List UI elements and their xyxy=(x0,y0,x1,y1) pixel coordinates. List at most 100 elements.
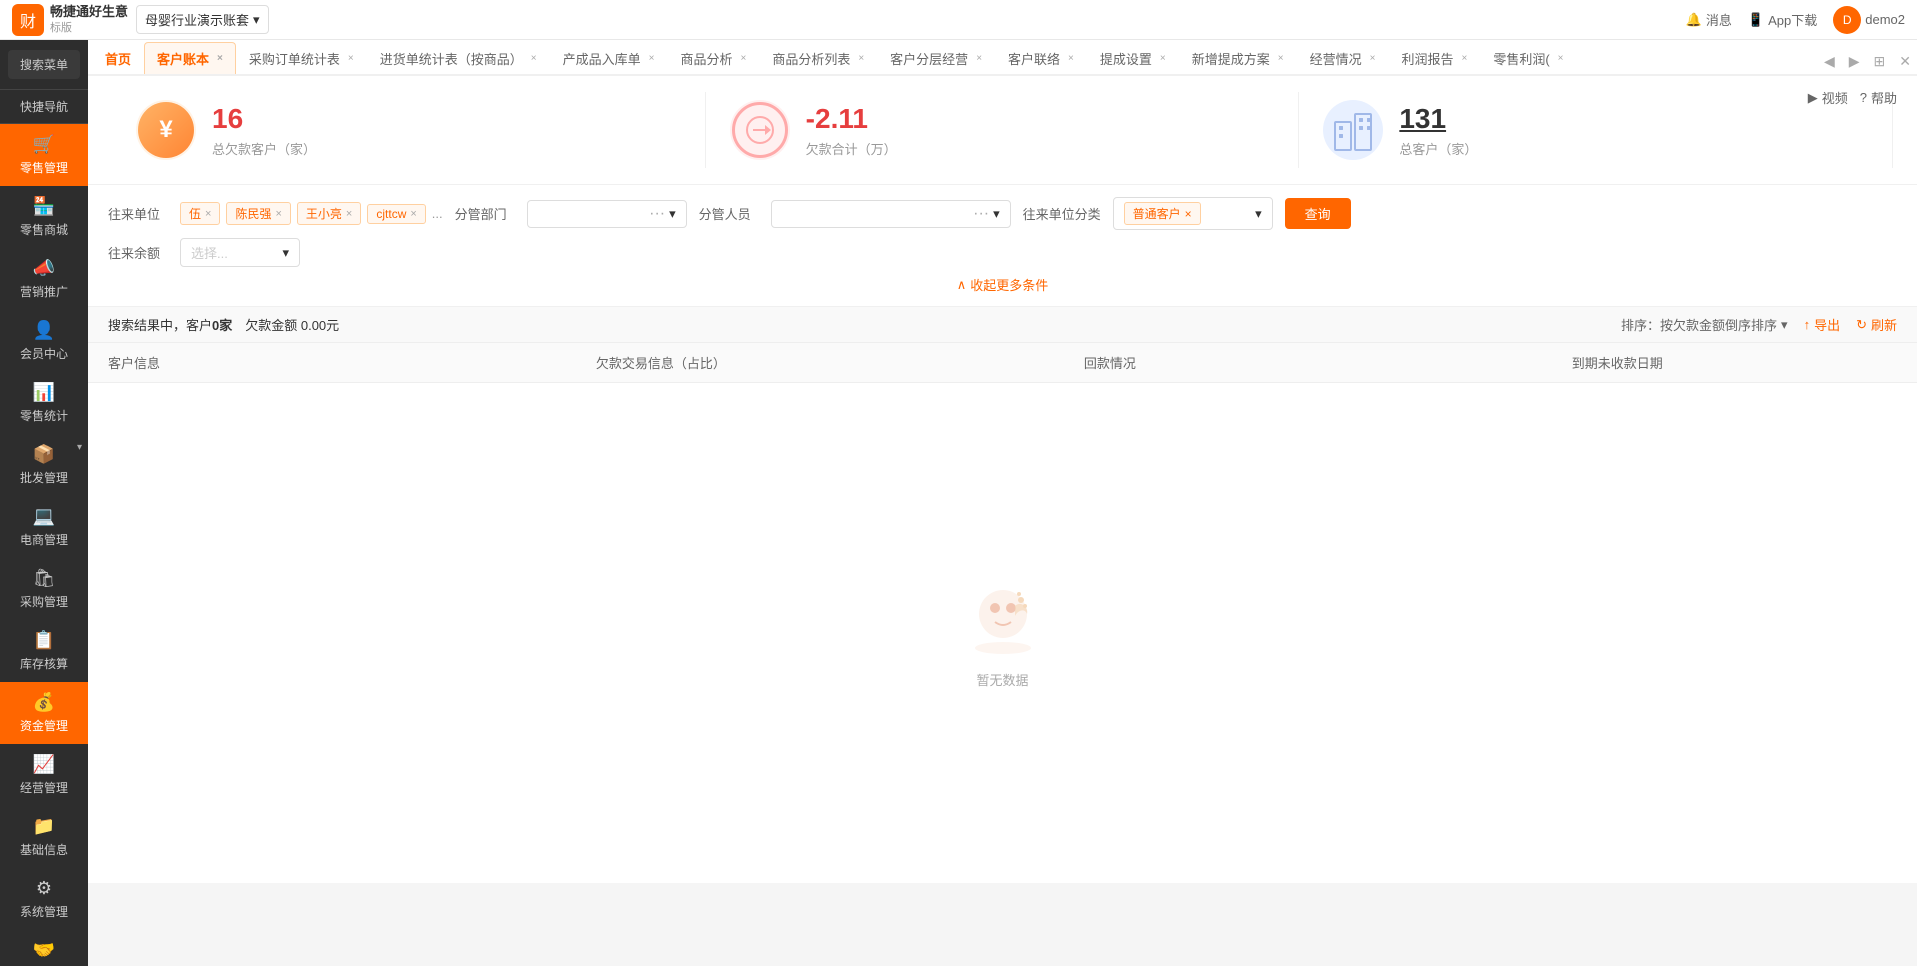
wholesale-icon: 📦 xyxy=(33,444,55,465)
store-selector[interactable]: 母婴行业演示账套 ▾ xyxy=(136,5,269,34)
refresh-icon: ↻ xyxy=(1856,317,1867,333)
tab-product-analysis[interactable]: 商品分析 × xyxy=(667,42,759,74)
tab-close-customer-account[interactable]: × xyxy=(217,53,223,64)
dept-chevron-icon: ▾ xyxy=(669,206,676,222)
filter-tag-wu[interactable]: 伍 × xyxy=(180,202,220,225)
tab-close-customer-contact[interactable]: × xyxy=(1068,53,1074,64)
tab-close-promotion-settings[interactable]: × xyxy=(1160,53,1166,64)
filter-tag-cjttcw-close[interactable]: × xyxy=(410,208,416,220)
tab-customer-tier-label: 客户分层经营 xyxy=(890,49,968,68)
user-profile[interactable]: D demo2 xyxy=(1833,6,1905,34)
filter-tag-cjttcw[interactable]: cjttcw × xyxy=(367,204,425,224)
sidebar-item-retail-mall[interactable]: 🏪 零售商城 xyxy=(0,186,88,248)
tab-close-retail-profit[interactable]: × xyxy=(1558,53,1564,64)
tab-promotion-settings[interactable]: 提成设置 × xyxy=(1087,42,1179,74)
tab-scroll-left[interactable]: ◀ xyxy=(1818,49,1841,74)
results-text: 搜索结果中，客户 xyxy=(108,318,212,333)
export-button[interactable]: ↑ 导出 xyxy=(1804,315,1841,334)
tab-close-customer-tier[interactable]: × xyxy=(976,53,982,64)
filter-tag-chen-close[interactable]: × xyxy=(275,208,281,220)
sort-select[interactable]: 排序：按欠款金额倒序排序 ▾ xyxy=(1621,315,1788,334)
collapse-button[interactable]: ∧ 收起更多条件 xyxy=(957,275,1049,294)
sidebar-item-retail-stats[interactable]: 📊 零售统计 xyxy=(0,372,88,434)
sidebar-search-button[interactable]: 搜索菜单 xyxy=(8,50,80,79)
stat-text-2: -2.11 欠款合计（万） xyxy=(806,103,897,158)
dept-select[interactable]: ··· ▾ xyxy=(527,200,687,228)
app-label: App下载 xyxy=(1768,10,1817,29)
tab-close-incoming-stats[interactable]: × xyxy=(531,53,537,64)
category-selected: 普通客户 × xyxy=(1124,202,1201,225)
tab-retail-profit[interactable]: 零售利润( × xyxy=(1480,42,1576,74)
tab-business-status[interactable]: 经营情况 × xyxy=(1297,42,1389,74)
category-selected-close[interactable]: × xyxy=(1185,207,1192,221)
sidebar-item-enterprise[interactable]: 🤝 企业协同 xyxy=(0,930,88,966)
tab-new-promotion[interactable]: 新增提成方案 × xyxy=(1179,42,1297,74)
sidebar-item-marketing[interactable]: 📣 营销推广 xyxy=(0,248,88,310)
stat-label-1: 总欠款客户（家） xyxy=(212,139,316,158)
tab-incoming-stats-label: 进货单统计表（按商品） xyxy=(380,49,523,68)
sidebar-item-operations[interactable]: 📈 经营管理 xyxy=(0,744,88,806)
sidebar-item-members[interactable]: 👤 会员中心 xyxy=(0,310,88,372)
sidebar-item-wholesale[interactable]: 📦 批发管理 ▾ xyxy=(0,434,88,496)
tab-product-analysis-list[interactable]: 商品分析列表 × xyxy=(759,42,877,74)
help-icon: ? xyxy=(1860,90,1867,105)
sidebar-item-basics[interactable]: 📁 基础信息 xyxy=(0,806,88,868)
balance-chevron-icon: ▾ xyxy=(282,245,289,261)
filter-tag-wu-close[interactable]: × xyxy=(205,208,211,220)
sidebar-quick-nav[interactable]: 快捷导航 xyxy=(0,90,88,124)
balance-select[interactable]: 选择... ▾ xyxy=(180,238,300,267)
video-label: 视频 xyxy=(1822,88,1848,107)
tab-close-product-analysis[interactable]: × xyxy=(740,53,746,64)
sidebar-item-ecommerce[interactable]: 💻 电商管理 xyxy=(0,496,88,558)
tab-expand[interactable]: ⊞ xyxy=(1868,49,1892,74)
tab-customer-tier[interactable]: 客户分层经营 × xyxy=(877,42,995,74)
tab-customer-account[interactable]: 客户账本 × xyxy=(144,42,236,74)
sidebar-item-inventory[interactable]: 📋 库存核算 xyxy=(0,620,88,682)
sidebar-item-purchase[interactable]: 🛍 采购管理 xyxy=(0,558,88,620)
sidebar-item-finance[interactable]: 💰 资金管理 xyxy=(0,682,88,744)
filter-tag-chen[interactable]: 陈民强 × xyxy=(226,202,290,225)
empty-illustration xyxy=(963,578,1043,658)
category-select[interactable]: 普通客户 × ▾ xyxy=(1113,197,1273,230)
stat-total-debt-amount: -2.11 欠款合计（万） xyxy=(706,92,1300,168)
filter-tag-wang-text: 王小亮 xyxy=(306,205,342,222)
video-button[interactable]: ▶ 视频 xyxy=(1808,88,1848,107)
tab-scroll-right[interactable]: ▶ xyxy=(1843,49,1866,74)
tab-customer-contact-label: 客户联络 xyxy=(1008,49,1060,68)
tab-close-product-instock[interactable]: × xyxy=(649,53,655,64)
filter-more-btn[interactable]: ... xyxy=(432,206,443,221)
tab-product-instock[interactable]: 产成品入库单 × xyxy=(550,42,668,74)
query-button[interactable]: 查询 xyxy=(1285,198,1351,229)
sidebar-item-system[interactable]: ⚙ 系统管理 xyxy=(0,868,88,930)
tab-close-all[interactable]: ✕ xyxy=(1893,49,1917,74)
tab-customer-contact[interactable]: 客户联络 × xyxy=(995,42,1087,74)
inventory-icon: 📋 xyxy=(33,630,55,651)
help-button[interactable]: ? 帮助 xyxy=(1860,88,1897,107)
sidebar-item-inventory-label: 库存核算 xyxy=(20,655,68,672)
filter-tag-wang-close[interactable]: × xyxy=(346,208,352,220)
stat-icon-minus xyxy=(730,100,790,160)
sidebar-item-retail[interactable]: 🛒 零售管理 xyxy=(0,124,88,186)
operations-icon: 📈 xyxy=(33,754,55,775)
ecommerce-icon: 💻 xyxy=(33,506,55,527)
tab-profit-report[interactable]: 利润报告 × xyxy=(1388,42,1480,74)
tab-retail-profit-label: 零售利润( xyxy=(1493,49,1549,68)
tab-close-purchase-order[interactable]: × xyxy=(348,53,354,64)
filter-tag-wang[interactable]: 王小亮 × xyxy=(297,202,361,225)
tab-close-new-promotion[interactable]: × xyxy=(1278,53,1284,64)
message-button[interactable]: 🔔 消息 xyxy=(1686,10,1732,29)
collapse-up-icon: ∧ xyxy=(957,277,967,293)
person-select[interactable]: ··· ▾ xyxy=(771,200,1011,228)
app-download-button[interactable]: 📱 App下载 xyxy=(1748,10,1817,29)
marketing-icon: 📣 xyxy=(33,258,55,279)
tab-incoming-stats[interactable]: 进货单统计表（按商品） × xyxy=(367,42,550,74)
refresh-button[interactable]: ↻ 刷新 xyxy=(1856,315,1897,334)
tab-home[interactable]: 首页 xyxy=(92,42,144,74)
results-count: 0家 xyxy=(212,318,232,333)
tab-close-profit-report[interactable]: × xyxy=(1461,53,1467,64)
tab-new-promotion-label: 新增提成方案 xyxy=(1192,49,1270,68)
sort-chevron-icon: ▾ xyxy=(1781,317,1788,333)
tab-close-business-status[interactable]: × xyxy=(1370,53,1376,64)
tab-purchase-order[interactable]: 采购订单统计表 × xyxy=(236,42,367,74)
tab-close-product-analysis-list[interactable]: × xyxy=(858,53,864,64)
